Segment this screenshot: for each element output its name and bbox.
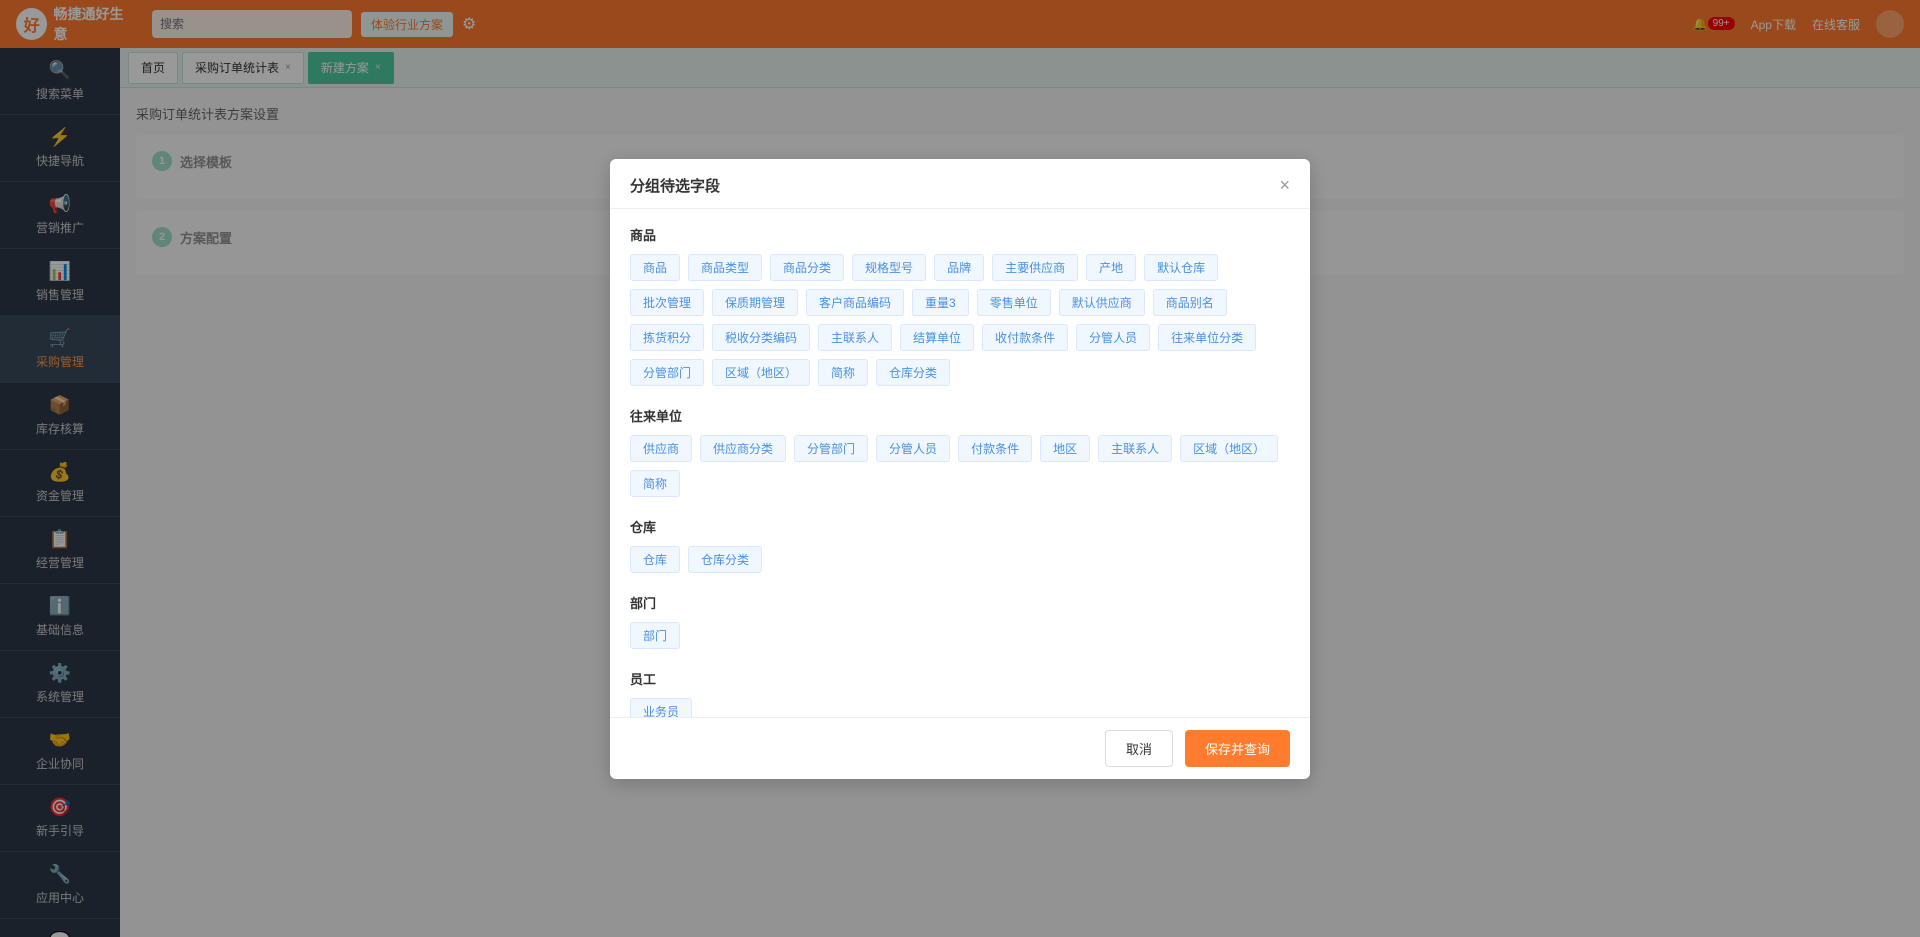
section-dept-title: 部门 [630,593,1290,612]
modal-title: 分组待选字段 [630,175,720,196]
field-product-category[interactable]: 商品分类 [770,254,844,281]
field-brand[interactable]: 品牌 [934,254,984,281]
section-counterpart: 往来单位 供应商 供应商分类 分管部门 分管人员 付款条件 地区 主联系人 区域… [630,406,1290,497]
field-pick-points[interactable]: 拣货积分 [630,324,704,351]
modal-close-btn[interactable]: × [1279,176,1290,194]
field-area[interactable]: 地区 [1040,435,1090,462]
section-employee-title: 员工 [630,669,1290,688]
cancel-button[interactable]: 取消 [1105,730,1173,767]
field-expiry-mgmt[interactable]: 保质期管理 [712,289,798,316]
field-managed-dept2[interactable]: 分管部门 [794,435,868,462]
field-region[interactable]: 区域（地区） [712,359,810,386]
field-retail-unit[interactable]: 零售单位 [977,289,1051,316]
dept-fields: 部门 [630,622,1290,649]
field-default-warehouse[interactable]: 默认仓库 [1144,254,1218,281]
warehouse-fields: 仓库 仓库分类 [630,546,1290,573]
employee-fields: 业务员 [630,698,1290,717]
product-fields: 商品 商品类型 商品分类 规格型号 品牌 主要供应商 产地 默认仓库 批次管理 … [630,254,1290,386]
field-product-type[interactable]: 商品类型 [688,254,762,281]
field-customer-code[interactable]: 客户商品编码 [806,289,904,316]
field-product-alias[interactable]: 商品别名 [1153,289,1227,316]
field-salesperson[interactable]: 业务员 [630,698,692,717]
field-abbr2[interactable]: 简称 [630,470,680,497]
modal-header: 分组待选字段 × [610,159,1310,209]
field-spec-model[interactable]: 规格型号 [852,254,926,281]
save-query-button[interactable]: 保存并查询 [1185,730,1290,767]
field-product[interactable]: 商品 [630,254,680,281]
field-counterpart-category[interactable]: 往来单位分类 [1158,324,1256,351]
field-manager[interactable]: 分管人员 [1076,324,1150,351]
field-main-contact2[interactable]: 主联系人 [1098,435,1172,462]
field-origin[interactable]: 产地 [1086,254,1136,281]
section-product-title: 商品 [630,225,1290,244]
field-dept[interactable]: 部门 [630,622,680,649]
field-settlement-unit[interactable]: 结算单位 [900,324,974,351]
modal-body: 商品 商品 商品类型 商品分类 规格型号 品牌 主要供应商 产地 默认仓库 批次… [610,209,1310,717]
field-supplier-category[interactable]: 供应商分类 [700,435,786,462]
field-abbr[interactable]: 简称 [818,359,868,386]
field-default-supplier[interactable]: 默认供应商 [1059,289,1145,316]
field-region2[interactable]: 区域（地区） [1180,435,1278,462]
field-weight3[interactable]: 重量3 [912,289,969,316]
counterpart-fields: 供应商 供应商分类 分管部门 分管人员 付款条件 地区 主联系人 区域（地区） … [630,435,1290,497]
field-warehouse-cat[interactable]: 仓库分类 [688,546,762,573]
section-employee: 员工 业务员 [630,669,1290,717]
field-managed-person2[interactable]: 分管人员 [876,435,950,462]
section-product: 商品 商品 商品类型 商品分类 规格型号 品牌 主要供应商 产地 默认仓库 批次… [630,225,1290,386]
section-dept: 部门 部门 [630,593,1290,649]
field-payment-terms[interactable]: 收付款条件 [982,324,1068,351]
field-batch-mgmt[interactable]: 批次管理 [630,289,704,316]
modal-overlay: 分组待选字段 × 商品 商品 商品类型 商品分类 规格型号 品牌 主要供应商 产… [0,0,1920,937]
field-warehouse-category[interactable]: 仓库分类 [876,359,950,386]
modal-dialog: 分组待选字段 × 商品 商品 商品类型 商品分类 规格型号 品牌 主要供应商 产… [610,159,1310,779]
field-main-supplier[interactable]: 主要供应商 [992,254,1078,281]
field-tax-code[interactable]: 税收分类编码 [712,324,810,351]
field-managed-dept[interactable]: 分管部门 [630,359,704,386]
field-main-contact[interactable]: 主联系人 [818,324,892,351]
field-payment-terms2[interactable]: 付款条件 [958,435,1032,462]
section-counterpart-title: 往来单位 [630,406,1290,425]
modal-footer: 取消 保存并查询 [610,717,1310,779]
field-warehouse[interactable]: 仓库 [630,546,680,573]
section-warehouse: 仓库 仓库 仓库分类 [630,517,1290,573]
field-supplier[interactable]: 供应商 [630,435,692,462]
section-warehouse-title: 仓库 [630,517,1290,536]
